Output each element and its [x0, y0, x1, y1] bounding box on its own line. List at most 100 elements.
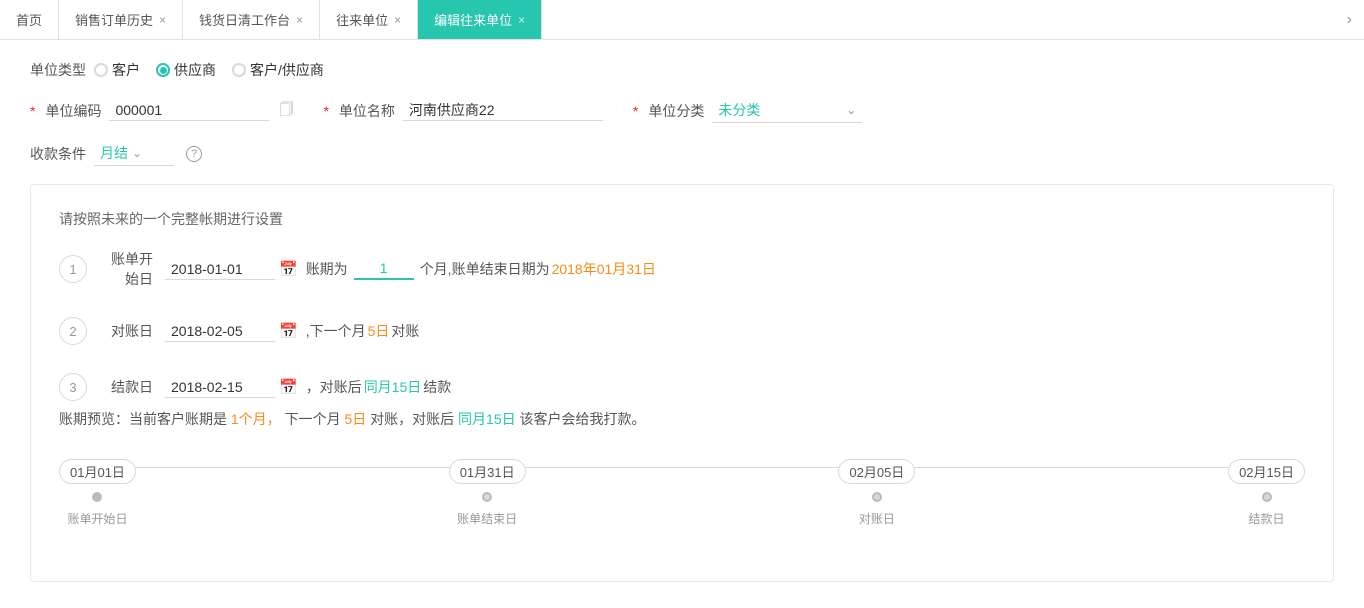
unit-code-icon[interactable]: 🗍 — [279, 99, 293, 123]
desc-pre-3: ，对账后 — [306, 377, 362, 397]
unit-code-input[interactable] — [109, 100, 269, 121]
preview-end: 该客户会给我打款。 — [520, 411, 646, 427]
timeline-point-2: 02月05日 对账日 — [838, 459, 915, 527]
timeline-dot-1 — [482, 492, 492, 502]
desc-highlight-2: 5日 — [368, 321, 390, 341]
card-instruction: 请按照未来的一个完整帐期进行设置 — [59, 209, 1305, 229]
period-desc-1: 账期为 个月,账单结束日期为 2018年01月31日 — [306, 258, 656, 280]
preview-highlight1: 1个月， — [231, 411, 281, 427]
timeline-label-2: 对账日 — [859, 510, 895, 527]
tab-edit-partner[interactable]: 编辑往来单位 × — [418, 0, 542, 39]
radio-supplier-label: 供应商 — [174, 60, 216, 80]
tab-partner[interactable]: 往来单位 × — [320, 0, 418, 39]
tab-partner-close[interactable]: × — [394, 13, 401, 27]
timeline-point-3: 02月15日 结款日 — [1228, 459, 1305, 527]
desc-post-2: 对账 — [391, 321, 419, 341]
tab-sales-history-close[interactable]: × — [159, 13, 166, 27]
unit-code-label: 单位编码 — [45, 101, 101, 121]
chevron-down-icon: ⌄ — [846, 103, 856, 117]
unit-code-group: * 单位编码 🗍 — [30, 99, 293, 123]
unit-name-label: 单位名称 — [339, 101, 395, 121]
tab-home-label: 首页 — [16, 10, 42, 29]
unit-category-select[interactable]: 未分类 ⌄ — [712, 98, 862, 123]
period-label-post: 个月,账单结束日期为 — [420, 259, 550, 279]
period-label-1: 账单开始日 — [103, 249, 153, 289]
period-index-3: 3 — [59, 373, 87, 401]
preview-highlight3: 同月15日 — [458, 411, 516, 427]
period-desc-3: ，对账后 同月15日 结款 — [306, 377, 452, 397]
preview-highlight2: 5日 — [344, 411, 366, 427]
tab-partner-label: 往来单位 — [336, 10, 388, 29]
preview-section: 账期预览：当前客户账期是 1个月， 下一个月 5日 对账，对账后 同月15日 该… — [59, 409, 1305, 557]
period-date-input-2[interactable] — [165, 321, 275, 342]
tab-expand-button[interactable]: › — [1335, 11, 1364, 29]
unit-type-group: 单位类型 客户 供应商 客户/供应商 — [30, 60, 324, 80]
timeline-point-1: 01月31日 账单结束日 — [449, 459, 526, 527]
period-desc-2: ,下一个月 5日 对账 — [306, 321, 420, 341]
tab-cash-work-label: 钱货日清工作台 — [199, 10, 290, 29]
period-index-1: 1 — [59, 255, 87, 283]
period-row-3: 3 结款日 📅 ，对账后 同月15日 结款 — [59, 373, 1305, 401]
unit-name-group: * 单位名称 — [323, 100, 602, 121]
radio-customer-circle — [94, 63, 108, 77]
period-end-date: 2018年01月31日 — [552, 259, 656, 279]
timeline-dot-3 — [1262, 492, 1272, 502]
main-content: 单位类型 客户 供应商 客户/供应商 * 单位编码 — [0, 40, 1364, 608]
timeline-date-badge-3: 02月15日 — [1228, 459, 1305, 484]
unit-category-star: * — [633, 103, 638, 119]
timeline-points: 01月01日 账单开始日 01月31日 账单结束日 02月05日 对账日 02月… — [59, 459, 1305, 527]
period-index-2: 2 — [59, 317, 87, 345]
tab-cash-work-close[interactable]: × — [296, 13, 303, 27]
preview-text: 账期预览：当前客户账期是 1个月， 下一个月 5日 对账，对账后 同月15日 该… — [59, 409, 1305, 429]
help-icon[interactable]: ? — [186, 146, 202, 162]
period-row-1: 1 账单开始日 📅 账期为 个月,账单结束日期为 2018年01月31日 — [59, 249, 1305, 289]
unit-name-input[interactable] — [403, 100, 603, 121]
timeline-label-0: 账单开始日 — [67, 510, 127, 527]
period-date-input-3[interactable] — [165, 377, 275, 398]
desc-post-3: 结款 — [423, 377, 451, 397]
tab-edit-partner-label: 编辑往来单位 — [434, 10, 512, 29]
calendar-icon-2[interactable]: 📅 — [279, 322, 298, 340]
unit-code-star: * — [30, 103, 35, 119]
timeline-dot-2 — [872, 492, 882, 502]
preview-label: 账期预览：当前客户账期是 — [59, 411, 227, 427]
radio-supplier-circle — [156, 63, 170, 77]
unit-type-row: 单位类型 客户 供应商 客户/供应商 — [30, 60, 1334, 80]
unit-type-label: 单位类型 — [30, 60, 86, 80]
calendar-icon-3[interactable]: 📅 — [279, 378, 298, 396]
period-label-pre: 账期为 — [306, 259, 348, 279]
period-month-input[interactable] — [354, 258, 414, 280]
payment-terms-chevron-icon: ⌄ — [132, 146, 142, 160]
tab-edit-partner-close[interactable]: × — [518, 13, 525, 27]
unit-info-row: * 单位编码 🗍 * 单位名称 * 单位分类 未分类 ⌄ — [30, 98, 1334, 123]
payment-terms-label: 收款条件 — [30, 144, 86, 164]
radio-group: 客户 供应商 客户/供应商 — [94, 60, 324, 80]
timeline-container: 01月01日 账单开始日 01月31日 账单结束日 02月05日 对账日 02月… — [59, 449, 1305, 557]
period-label-3: 结款日 — [103, 377, 153, 397]
preview-mid2: 对账，对账后 — [370, 411, 454, 427]
tab-home[interactable]: 首页 — [0, 0, 59, 39]
radio-customer-label: 客户 — [112, 60, 140, 80]
radio-both-circle — [232, 63, 246, 77]
radio-customer[interactable]: 客户 — [94, 60, 140, 80]
tab-sales-history[interactable]: 销售订单历史 × — [59, 0, 183, 39]
tab-cash-work[interactable]: 钱货日清工作台 × — [183, 0, 320, 39]
unit-category-group: * 单位分类 未分类 ⌄ — [633, 98, 862, 123]
radio-supplier[interactable]: 供应商 — [156, 60, 216, 80]
payment-terms-value: 月结 — [100, 143, 128, 163]
payment-terms-select[interactable]: 月结 ⌄ — [94, 141, 174, 166]
radio-both[interactable]: 客户/供应商 — [232, 60, 324, 80]
timeline-date-badge-0: 01月01日 — [59, 459, 136, 484]
period-date-input-1[interactable] — [165, 259, 275, 280]
timeline-dot-0 — [92, 492, 102, 502]
timeline-date-badge-1: 01月31日 — [449, 459, 526, 484]
unit-name-star: * — [323, 103, 328, 119]
radio-both-label: 客户/供应商 — [250, 60, 324, 80]
payment-terms-row: 收款条件 月结 ⌄ ? — [30, 141, 1334, 166]
preview-mid1: 下一个月 — [285, 411, 341, 427]
calendar-icon-1[interactable]: 📅 — [279, 260, 298, 278]
settings-card: 请按照未来的一个完整帐期进行设置 1 账单开始日 📅 账期为 个月,账单结束日期… — [30, 184, 1334, 582]
timeline-label-1: 账单结束日 — [457, 510, 517, 527]
period-row-2: 2 对账日 📅 ,下一个月 5日 对账 — [59, 317, 1305, 345]
desc-pre-2: ,下一个月 — [306, 321, 366, 341]
